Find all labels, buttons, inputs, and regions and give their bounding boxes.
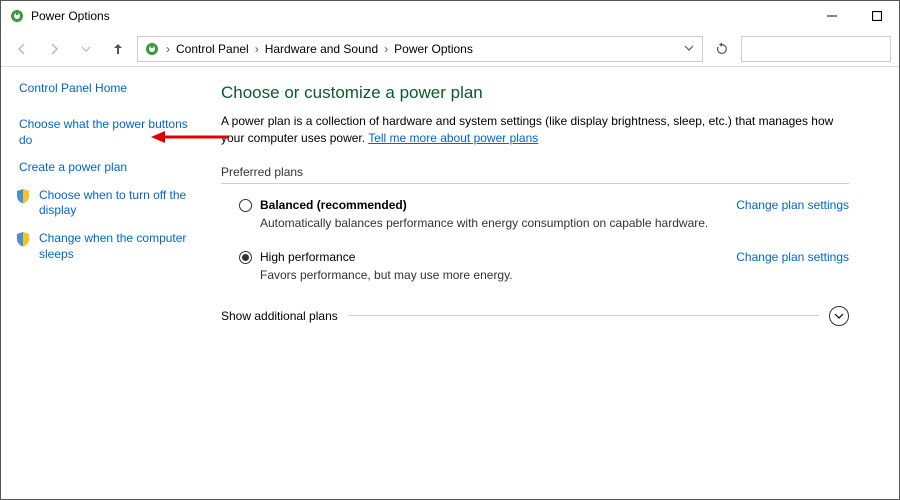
plan-row-balanced: Balanced (recommended) Change plan setti…: [221, 192, 849, 214]
expand-button[interactable]: [829, 306, 849, 326]
sidebar-item-computer-sleeps[interactable]: Change when the computer sleeps: [19, 231, 201, 262]
plan-row-high-performance: High performance Change plan settings: [221, 244, 849, 266]
search-input[interactable]: [741, 36, 891, 62]
nav-up-button[interactable]: [105, 36, 131, 62]
sidebar-item-create-plan[interactable]: Create a power plan: [19, 160, 201, 176]
refresh-button[interactable]: [709, 36, 735, 62]
breadcrumb[interactable]: › Control Panel › Hardware and Sound › P…: [137, 36, 703, 62]
nav-back-button[interactable]: [9, 36, 35, 62]
sidebar-item-choose-buttons[interactable]: Choose what the power buttons do: [19, 117, 201, 148]
show-additional-plans-label: Show additional plans: [221, 309, 338, 323]
chevron-down-icon: [834, 311, 844, 321]
breadcrumb-segment-control-panel[interactable]: Control Panel: [172, 42, 253, 56]
plan-description: Automatically balances performance with …: [221, 214, 849, 244]
shield-icon: [15, 188, 31, 204]
divider: [348, 315, 819, 316]
plan-description: Favors performance, but may use more ene…: [221, 266, 849, 296]
power-options-icon: [9, 8, 25, 24]
shield-icon: [15, 231, 31, 247]
change-plan-settings-link[interactable]: Change plan settings: [736, 198, 849, 212]
radio-balanced[interactable]: [239, 199, 252, 212]
divider: [221, 183, 849, 184]
breadcrumb-segment-power-options[interactable]: Power Options: [390, 42, 477, 56]
sidebar-item-label: Change when the computer sleeps: [39, 231, 186, 261]
chevron-right-icon[interactable]: ›: [164, 42, 172, 56]
chevron-right-icon[interactable]: ›: [382, 42, 390, 56]
control-panel-home-link[interactable]: Control Panel Home: [19, 81, 201, 95]
preferred-plans-label: Preferred plans: [221, 165, 849, 179]
show-additional-plans-row[interactable]: Show additional plans: [221, 304, 849, 328]
titlebar: Power Options: [1, 1, 899, 31]
breadcrumb-segment-hardware-sound[interactable]: Hardware and Sound: [261, 42, 382, 56]
breadcrumb-dropdown-button[interactable]: [684, 42, 698, 56]
maximize-button[interactable]: [854, 2, 899, 30]
address-bar: › Control Panel › Hardware and Sound › P…: [1, 31, 899, 67]
sidebar-item-turn-off-display[interactable]: Choose when to turn off the display: [19, 188, 201, 219]
main-panel: Choose or customize a power plan A power…: [211, 67, 899, 499]
change-plan-settings-link[interactable]: Change plan settings: [736, 250, 849, 264]
power-options-icon: [144, 41, 160, 57]
minimize-button[interactable]: [809, 2, 854, 30]
chevron-right-icon[interactable]: ›: [253, 42, 261, 56]
plan-name[interactable]: Balanced (recommended): [260, 198, 407, 212]
sidebar-item-label: Choose what the power buttons do: [19, 117, 188, 147]
sidebar-item-label: Choose when to turn off the display: [39, 188, 186, 218]
plan-name[interactable]: High performance: [260, 250, 355, 264]
sidebar: Control Panel Home Choose what the power…: [1, 67, 211, 499]
recent-locations-button[interactable]: [73, 36, 99, 62]
tell-me-more-link[interactable]: Tell me more about power plans: [368, 131, 538, 145]
nav-forward-button[interactable]: [41, 36, 67, 62]
page-description: A power plan is a collection of hardware…: [221, 113, 849, 147]
window-title: Power Options: [31, 9, 110, 23]
sidebar-item-label: Create a power plan: [19, 160, 127, 174]
page-title: Choose or customize a power plan: [221, 83, 849, 103]
radio-high-performance[interactable]: [239, 251, 252, 264]
